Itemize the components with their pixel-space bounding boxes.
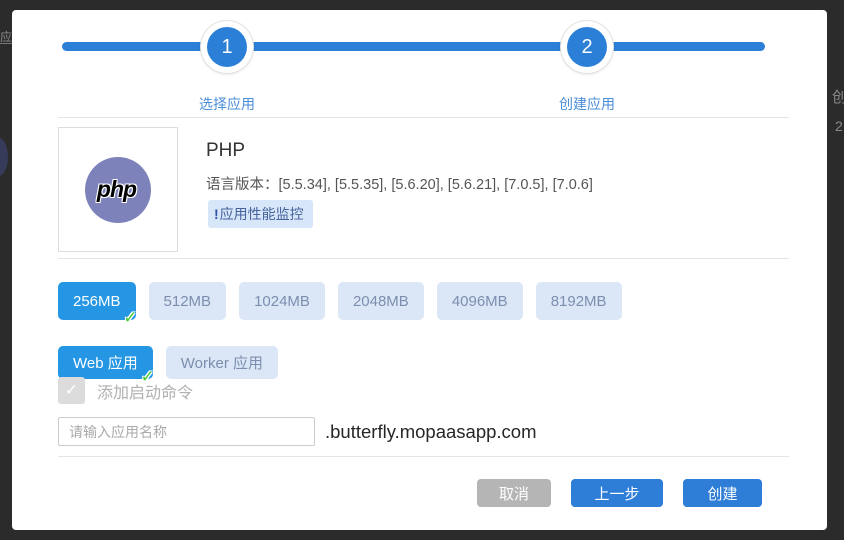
performance-monitor-badge[interactable]: !应用性能监控 (208, 200, 313, 228)
php-logo-icon: php (85, 156, 151, 223)
app-type-worker-button[interactable]: Worker 应用 (165, 346, 278, 379)
start-command-row: ✓ 添加启动命令 (58, 377, 193, 404)
memory-option-512mb[interactable]: 512MB (148, 282, 227, 320)
exclamation-icon: ! (214, 206, 219, 222)
step-1-label: 选择应用 (199, 96, 255, 112)
memory-option-label: 2048MB (352, 292, 409, 310)
step-2-label: 创建应用 (559, 96, 615, 112)
step-1-indicator[interactable]: 1 (200, 20, 254, 74)
memory-option-256mb[interactable]: 256MB ✓ (58, 282, 138, 327)
previous-step-button[interactable]: 上一步 (571, 479, 663, 507)
php-logo-text: php (96, 176, 137, 202)
app-type-label: Worker 应用 (180, 355, 263, 372)
create-button[interactable]: 创建 (683, 479, 762, 507)
app-versions: 语言版本：[5.5.34], [5.5.35], [5.6.20], [5.6.… (206, 177, 593, 193)
memory-option-label: 512MB (163, 292, 212, 310)
memory-option-1024mb[interactable]: 1024MB (239, 282, 325, 320)
memory-option-4096mb[interactable]: 4096MB (436, 282, 523, 320)
background-logo-fragment (0, 138, 8, 176)
divider (58, 456, 789, 457)
memory-option-2048mb[interactable]: 2048MB (337, 282, 424, 320)
background-fragment-text: 应 (0, 30, 12, 44)
background-fragment-number: 2 (835, 118, 843, 134)
start-command-label: 添加启动命令 (97, 384, 194, 402)
create-app-dialog: 1 2 选择应用 创建应用 php PHP 语言版本：[5.5.34], [5.… (12, 10, 827, 530)
app-type-web-button[interactable]: Web 应用 ✓ (58, 346, 155, 386)
app-type-label: Web 应用 (73, 355, 138, 372)
divider (58, 258, 789, 259)
app-name-row: .butterfly.mopaasapp.com (58, 417, 537, 446)
app-title: PHP (206, 140, 246, 161)
app-name-input[interactable] (58, 417, 315, 446)
stepper: 1 2 选择应用 创建应用 (12, 10, 827, 117)
app-type-option-row: Web 应用 ✓ Worker 应用 (58, 346, 278, 386)
memory-option-8192mb[interactable]: 8192MB (535, 282, 622, 320)
step-2-number: 2 (567, 27, 607, 67)
memory-option-label: 256MB (73, 292, 121, 310)
step-2-indicator[interactable]: 2 (560, 20, 614, 74)
domain-suffix: .butterfly.mopaasapp.com (325, 420, 537, 442)
memory-option-label: 8192MB (550, 292, 607, 310)
cancel-button[interactable]: 取消 (477, 479, 551, 507)
memory-option-label: 1024MB (254, 292, 310, 310)
step-1-number: 1 (207, 27, 247, 67)
memory-option-row: 256MB ✓ 512MB 1024MB 2048MB 4096MB 8192M… (58, 282, 622, 327)
background-fragment-char: 创 (832, 89, 844, 104)
performance-monitor-label: 应用性能监控 (219, 206, 304, 222)
dialog-footer: 取消 上一步 创建 (12, 479, 827, 507)
memory-option-label: 4096MB (451, 292, 508, 310)
php-app-card: php (58, 127, 178, 252)
check-icon: ✓ (123, 308, 138, 327)
divider (58, 117, 789, 118)
stepper-progress-bar (62, 42, 765, 51)
start-command-checkbox[interactable]: ✓ (58, 377, 85, 404)
